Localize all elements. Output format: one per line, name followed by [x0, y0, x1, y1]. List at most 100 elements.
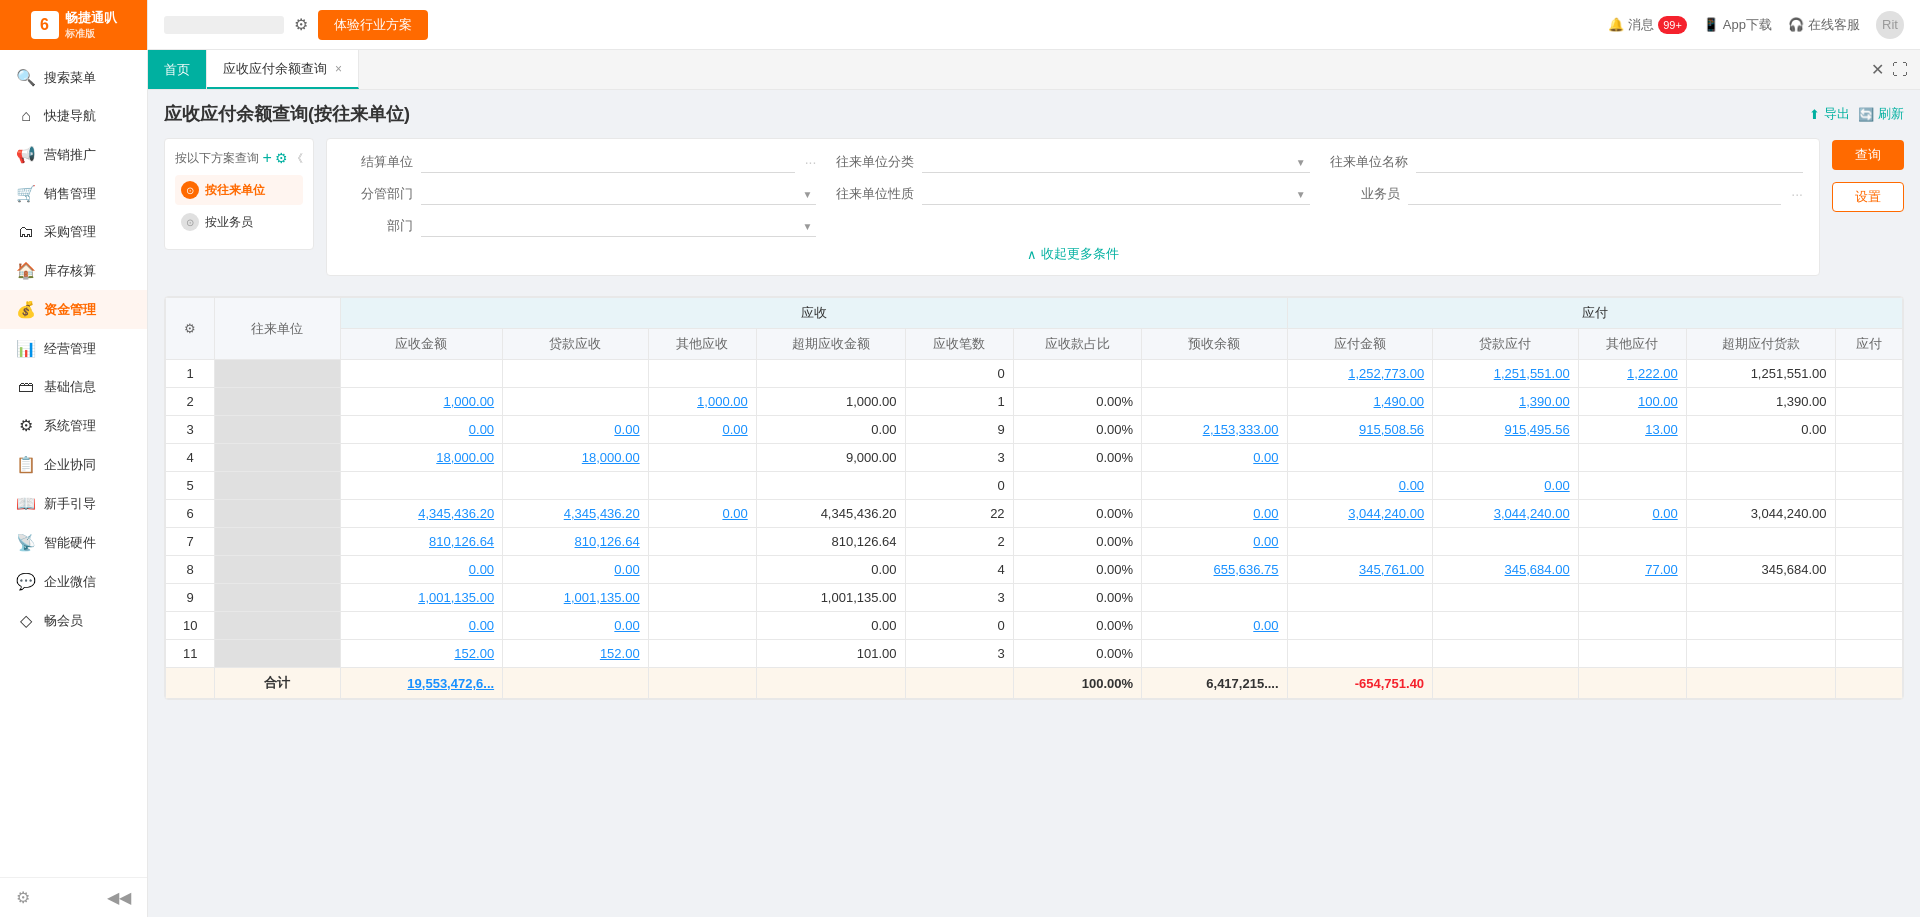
cell[interactable]: 1,252,773.00	[1287, 360, 1433, 388]
filter-salesman-input[interactable]	[1408, 183, 1782, 205]
cell[interactable]: 0.00	[1287, 472, 1433, 500]
sidebar-item-search[interactable]: 🔍搜索菜单	[0, 58, 147, 97]
sidebar-item-member[interactable]: ◇畅会员	[0, 601, 147, 640]
cell[interactable]: 345,684.00	[1433, 556, 1579, 584]
tab-close-all-icon[interactable]: ✕	[1871, 60, 1884, 79]
add-query-btn[interactable]: +	[263, 149, 272, 167]
query-option-by-unit[interactable]: ⊙ 按往来单位	[175, 175, 303, 205]
cell[interactable]: 0.00	[340, 556, 503, 584]
app-download-btn[interactable]: 📱 App下载	[1703, 16, 1772, 34]
col-settings[interactable]: ⚙	[166, 298, 215, 360]
notice-btn[interactable]: 🔔 消息 99+	[1608, 16, 1687, 34]
cell[interactable]: 1,390.00	[1433, 388, 1579, 416]
cell	[1013, 360, 1141, 388]
sidebar-item-wechat[interactable]: 💬企业微信	[0, 562, 147, 601]
tab-close-icon[interactable]: ×	[335, 62, 342, 76]
download-icon: 📱	[1703, 17, 1719, 32]
sidebar-item-basic[interactable]: 🗃基础信息	[0, 368, 147, 406]
filter-settlement-input[interactable]	[421, 151, 795, 173]
cell[interactable]: 0.00	[503, 416, 649, 444]
cell[interactable]: 1,001,135.00	[503, 584, 649, 612]
cell[interactable]: 655,636.75	[1142, 556, 1288, 584]
sidebar-settings-icon[interactable]: ⚙	[16, 888, 30, 907]
sidebar-item-coop[interactable]: 📋企业协同	[0, 445, 147, 484]
cell[interactable]: 18,000.00	[340, 444, 503, 472]
cell[interactable]: 1,000.00	[648, 388, 756, 416]
query-option-by-staff[interactable]: ⊙ 按业务员	[175, 207, 303, 237]
header-gear-icon[interactable]: ⚙	[294, 15, 308, 34]
cell[interactable]: 0.00	[1142, 528, 1288, 556]
cell[interactable]: 915,495.56	[1433, 416, 1579, 444]
filter-sub-dept-wrap: ▼	[421, 215, 816, 237]
user-info[interactable]: Rit	[1876, 11, 1904, 39]
cell[interactable]: 1,251,551.00	[1433, 360, 1579, 388]
tab-current[interactable]: 应收应付余额查询 ×	[207, 50, 359, 89]
sidebar-item-hardware[interactable]: 📡智能硬件	[0, 523, 147, 562]
cell[interactable]: 810,126.64	[340, 528, 503, 556]
cell[interactable]: 77.00	[1578, 556, 1686, 584]
sidebar-item-finance[interactable]: 💰资金管理	[0, 290, 147, 329]
sidebar-item-marketing[interactable]: 📢营销推广	[0, 135, 147, 174]
sidebar-item-operation[interactable]: 📊经营管理	[0, 329, 147, 368]
cell[interactable]: 2,153,333.00	[1142, 416, 1288, 444]
cell[interactable]: 18,000.00	[503, 444, 649, 472]
cell: 0.00%	[1013, 500, 1141, 528]
cell[interactable]: 0.00	[1433, 472, 1579, 500]
filter-dept-select[interactable]	[421, 183, 816, 205]
cell[interactable]: 1,490.00	[1287, 388, 1433, 416]
set-btn[interactable]: 设置	[1832, 182, 1904, 212]
sidebar-collapse-icon[interactable]: ◀◀	[107, 888, 131, 907]
table-settings-icon[interactable]: ⚙	[184, 321, 196, 336]
collapse-btn[interactable]: ∧ 收起更多条件	[1027, 245, 1119, 263]
cell[interactable]: 100.00	[1578, 388, 1686, 416]
refresh-btn[interactable]: 🔄 刷新	[1858, 105, 1904, 123]
cell[interactable]: 0.00	[648, 416, 756, 444]
filter-sub-dept-select[interactable]	[421, 215, 816, 237]
filter-settlement-dots[interactable]: ···	[805, 154, 817, 170]
sidebar-item-system[interactable]: ⚙系统管理	[0, 406, 147, 445]
cell[interactable]: 152.00	[340, 640, 503, 668]
cell[interactable]: 0.00	[1142, 500, 1288, 528]
cell[interactable]: 915,508.56	[1287, 416, 1433, 444]
customer-service-btn[interactable]: 🎧 在线客服	[1788, 16, 1860, 34]
cell[interactable]: 4,345,436.20	[503, 500, 649, 528]
wechat-icon: 💬	[16, 572, 36, 591]
cell[interactable]: 13.00	[1578, 416, 1686, 444]
sidebar-item-purchase[interactable]: 🗂采购管理	[0, 213, 147, 251]
cell	[1142, 640, 1288, 668]
solution-btn[interactable]: 体验行业方案	[318, 10, 428, 40]
settings-query-btn[interactable]: ⚙	[275, 150, 288, 166]
query-btn[interactable]: 查询	[1832, 140, 1904, 170]
filter-unit-category-select[interactable]	[922, 151, 1309, 173]
cell[interactable]: 0.00	[340, 416, 503, 444]
tab-fullscreen-icon[interactable]: ⛶	[1892, 61, 1908, 79]
cell[interactable]: 0.00	[1578, 500, 1686, 528]
filter-unit-name-input[interactable]	[1416, 151, 1803, 173]
collapse-query-btn[interactable]: 《	[292, 151, 303, 166]
cell[interactable]: 345,761.00	[1287, 556, 1433, 584]
cell[interactable]: 4,345,436.20	[340, 500, 503, 528]
cell[interactable]: 0.00	[503, 556, 649, 584]
sidebar-footer[interactable]: ⚙ ◀◀	[0, 877, 147, 917]
cell[interactable]: 0.00	[648, 500, 756, 528]
total-recv[interactable]: 19,553,472,6...	[340, 668, 503, 699]
cell[interactable]: 1,001,135.00	[340, 584, 503, 612]
sidebar-item-sales[interactable]: 🛒销售管理	[0, 174, 147, 213]
cell[interactable]: 0.00	[340, 612, 503, 640]
cell[interactable]: 1,222.00	[1578, 360, 1686, 388]
filter-unit-nature-select[interactable]	[922, 183, 1309, 205]
sidebar-item-guide[interactable]: 📖新手引导	[0, 484, 147, 523]
cell[interactable]: 0.00	[1142, 444, 1288, 472]
sidebar-item-quick[interactable]: ⌂快捷导航	[0, 97, 147, 135]
tab-home[interactable]: 首页	[148, 50, 207, 89]
cell[interactable]: 3,044,240.00	[1287, 500, 1433, 528]
cell[interactable]: 810,126.64	[503, 528, 649, 556]
cell[interactable]: 3,044,240.00	[1433, 500, 1579, 528]
export-btn[interactable]: ⬆ 导出	[1809, 105, 1850, 123]
filter-salesman-dots[interactable]: ···	[1791, 186, 1803, 202]
cell[interactable]: 0.00	[1142, 612, 1288, 640]
cell[interactable]: 152.00	[503, 640, 649, 668]
cell[interactable]: 0.00	[503, 612, 649, 640]
cell[interactable]: 1,000.00	[340, 388, 503, 416]
sidebar-item-inventory[interactable]: 🏠库存核算	[0, 251, 147, 290]
